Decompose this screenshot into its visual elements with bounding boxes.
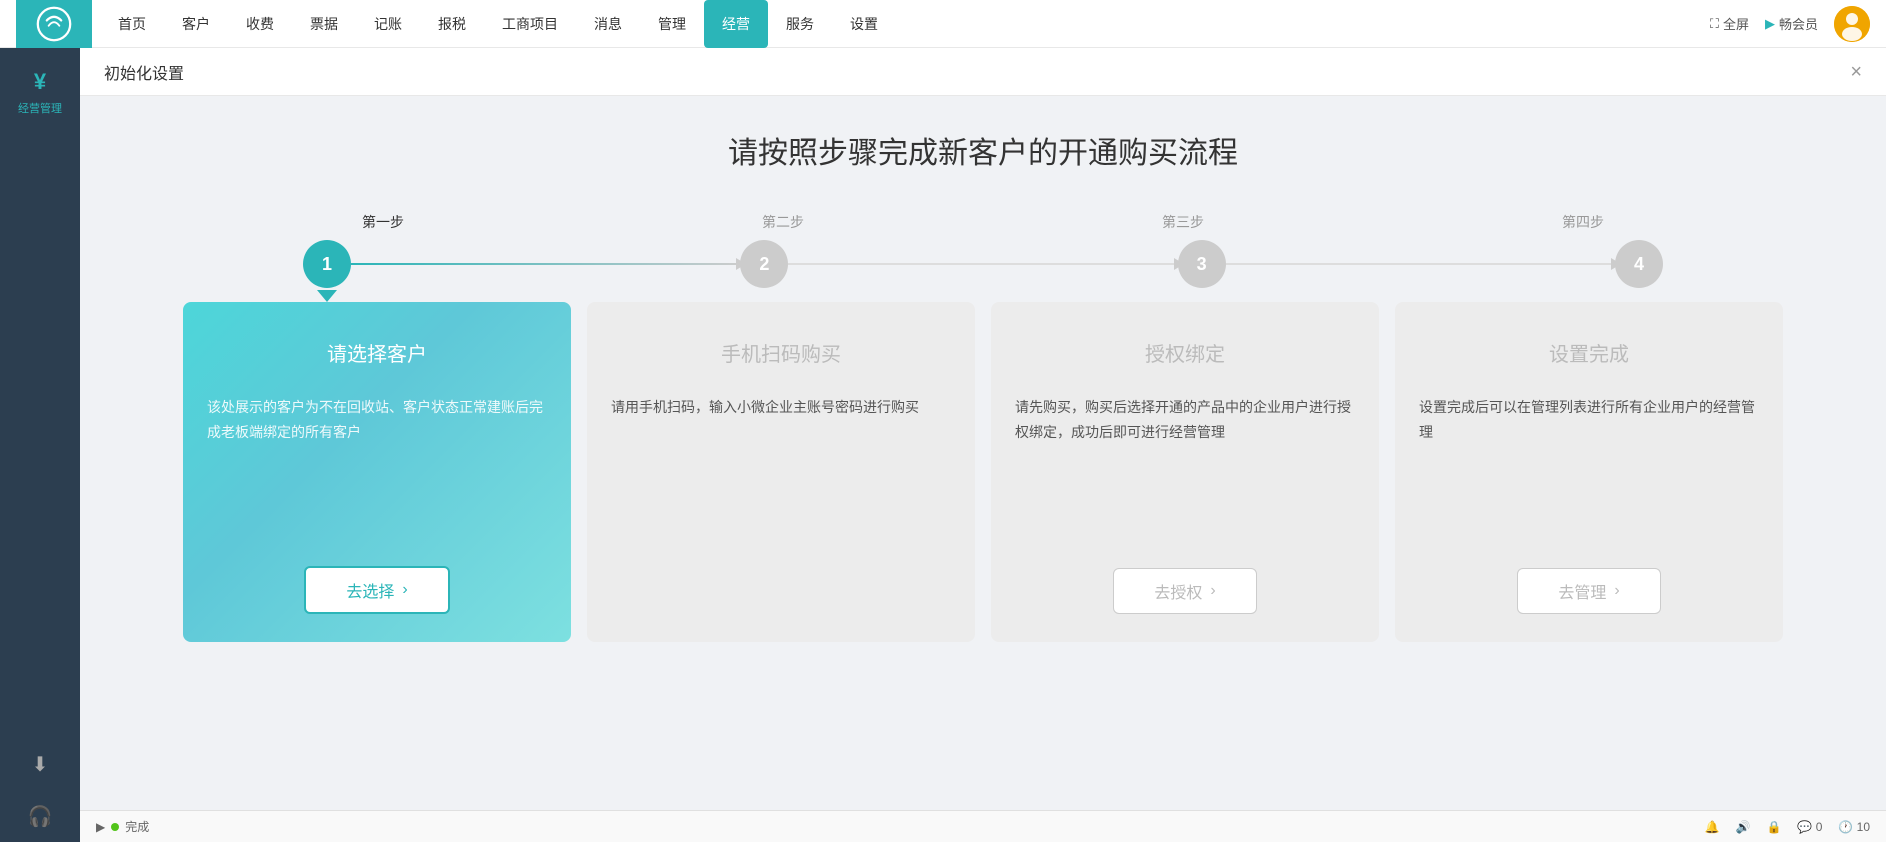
steps-area: 第一步 第二步 第三步 第四步 1 (183, 212, 1783, 642)
wizard-title: 请按照步骤完成新客户的开通购买流程 (728, 128, 1238, 172)
step3-indicator: 3 (1178, 240, 1226, 288)
nav-item-fee[interactable]: 收费 (228, 0, 292, 48)
nav-item-tax[interactable]: 报税 (420, 0, 484, 48)
step2-indicator: 2 (740, 240, 788, 288)
bottom-bar-left: ▶ 完成 (96, 818, 149, 835)
main-content: 初始化设置 × 请按照步骤完成新客户的开通购买流程 第一步 第二步 第三步 第四… (80, 48, 1886, 842)
step4-indicator: 4 (1615, 240, 1663, 288)
close-button[interactable]: × (1850, 62, 1862, 82)
step1-card: 请选择客户 该处展示的客户为不在回收站、客户状态正常建账后完成老板端绑定的所有客… (183, 302, 571, 642)
step3-label: 第三步 (983, 212, 1383, 232)
nav-item-manage[interactable]: 管理 (640, 0, 704, 48)
step1-circle: 1 (303, 240, 351, 288)
sidebar-item-operation[interactable]: ¥ 经营管理 (0, 56, 80, 128)
step4-card: 设置完成 设置完成后可以在管理列表进行所有企业用户的经营管理 去管理 › (1395, 302, 1783, 642)
nav-item-bill[interactable]: 票据 (292, 0, 356, 48)
step3-circle: 3 (1178, 240, 1226, 288)
step2-circle: 2 (740, 240, 788, 288)
connector-3-4 (1226, 263, 1615, 265)
step4-btn-label: 去管理 (1558, 579, 1606, 603)
step1-btn-label: 去选择 (346, 578, 394, 602)
wizard-area: 请按照步骤完成新客户的开通购买流程 第一步 第二步 第三步 第四步 1 (80, 96, 1886, 810)
app-logo[interactable] (16, 0, 92, 48)
sidebar: ¥ 经营管理 ⬇ 🎧 (0, 48, 80, 842)
page-header: 初始化设置 × (80, 48, 1886, 96)
step2-card-title: 手机扫码购买 (611, 330, 951, 375)
vip-label: 畅会员 (1779, 14, 1818, 33)
step-indicators-row: 1 2 3 (183, 240, 1783, 302)
step3-btn-wrap: 去授权 › (1015, 548, 1355, 614)
sidebar-bottom: ⬇ 🎧 (26, 738, 54, 842)
lock-icon[interactable]: 🔒 (1766, 820, 1781, 834)
connector-2-3 (788, 263, 1177, 265)
user-avatar[interactable] (1834, 6, 1870, 42)
nav-item-home[interactable]: 首页 (100, 0, 164, 48)
status-label: 完成 (125, 818, 149, 835)
nav-item-message[interactable]: 消息 (576, 0, 640, 48)
page-title: 初始化设置 (104, 60, 184, 84)
bottom-bar-right: 🔔 🔊 🔒 💬 0 🕐 10 (1705, 820, 1870, 834)
download-icon: ⬇ (26, 750, 54, 778)
yen-icon: ¥ (26, 68, 54, 96)
step1-card-title: 请选择客户 (207, 330, 547, 375)
nav-item-settings[interactable]: 设置 (832, 0, 896, 48)
step4-card-desc: 设置完成后可以在管理列表进行所有企业用户的经营管理 (1419, 395, 1759, 548)
step4-action-button[interactable]: 去管理 › (1517, 568, 1660, 614)
headset-icon: 🎧 (26, 802, 54, 830)
step2-card-desc: 请用手机扫码，输入小微企业主账号密码进行购买 (611, 395, 951, 614)
fullscreen-label: 全屏 (1723, 14, 1749, 33)
step4-btn-arrow: › (1614, 582, 1619, 600)
notification-icon[interactable]: 🔔 (1705, 820, 1720, 834)
step3-card-title: 授权绑定 (1015, 330, 1355, 375)
nav-item-service[interactable]: 服务 (768, 0, 832, 48)
step3-card-desc: 请先购买，购买后选择开通的产品中的企业用户进行授权绑定，成功后即可进行经营管理 (1015, 395, 1355, 548)
play-button[interactable]: ▶ (96, 820, 105, 834)
step4-label: 第四步 (1383, 212, 1783, 232)
fullscreen-icon: ⛶ (1710, 16, 1719, 32)
status-dot (111, 823, 119, 831)
step3-btn-label: 去授权 (1154, 579, 1202, 603)
step1-label: 第一步 (183, 212, 583, 232)
nav-item-operation[interactable]: 经营 (704, 0, 768, 48)
step3-action-button[interactable]: 去授权 › (1113, 568, 1256, 614)
step3-btn-arrow: › (1210, 582, 1215, 600)
volume-icon[interactable]: 🔊 (1736, 820, 1751, 834)
sidebar-item-support[interactable]: 🎧 (26, 790, 54, 842)
step1-indicator: 1 (303, 240, 351, 302)
step4-circle: 4 (1615, 240, 1663, 288)
vip-button[interactable]: ▶ 畅会员 (1765, 14, 1818, 33)
step1-btn-arrow: › (402, 581, 407, 599)
top-navigation: 首页 客户 收费 票据 记账 报税 工商项目 消息 管理 经营 服务 设置 ⛶ … (0, 0, 1886, 48)
bottom-bar: ▶ 完成 🔔 🔊 🔒 💬 0 🕐 10 (80, 810, 1886, 842)
step1-pointer (317, 290, 337, 302)
nav-item-customer[interactable]: 客户 (164, 0, 228, 48)
message-count[interactable]: 💬 0 (1797, 820, 1822, 834)
fullscreen-button[interactable]: ⛶ 全屏 (1710, 14, 1749, 33)
step1-card-desc: 该处展示的客户为不在回收站、客户状态正常建账后完成老板端绑定的所有客户 (207, 395, 547, 546)
step4-btn-wrap: 去管理 › (1419, 548, 1759, 614)
step1-btn-wrap: 去选择 › (207, 546, 547, 614)
cards-row: 请选择客户 该处展示的客户为不在回收站、客户状态正常建账后完成老板端绑定的所有客… (183, 302, 1783, 642)
step2-card: 手机扫码购买 请用手机扫码，输入小微企业主账号密码进行购买 (587, 302, 975, 642)
connector-1-2 (351, 263, 740, 265)
play-icon: ▶ (1765, 16, 1775, 32)
clock-display: 🕐 10 (1838, 820, 1870, 834)
step4-card-title: 设置完成 (1419, 330, 1759, 375)
step3-card: 授权绑定 请先购买，购买后选择开通的产品中的企业用户进行授权绑定，成功后即可进行… (991, 302, 1379, 642)
sidebar-item-label: 经营管理 (18, 100, 62, 116)
main-layout: ¥ 经营管理 ⬇ 🎧 初始化设置 × 请按照步骤完成新客户的开通购买流程 第一步 (0, 48, 1886, 842)
nav-item-business[interactable]: 工商项目 (484, 0, 576, 48)
nav-item-accounting[interactable]: 记账 (356, 0, 420, 48)
step2-label: 第二步 (583, 212, 983, 232)
sidebar-item-download[interactable]: ⬇ (26, 738, 54, 790)
step1-action-button[interactable]: 去选择 › (304, 566, 449, 614)
nav-right-area: ⛶ 全屏 ▶ 畅会员 (1710, 6, 1870, 42)
step-labels-row: 第一步 第二步 第三步 第四步 (183, 212, 1783, 232)
